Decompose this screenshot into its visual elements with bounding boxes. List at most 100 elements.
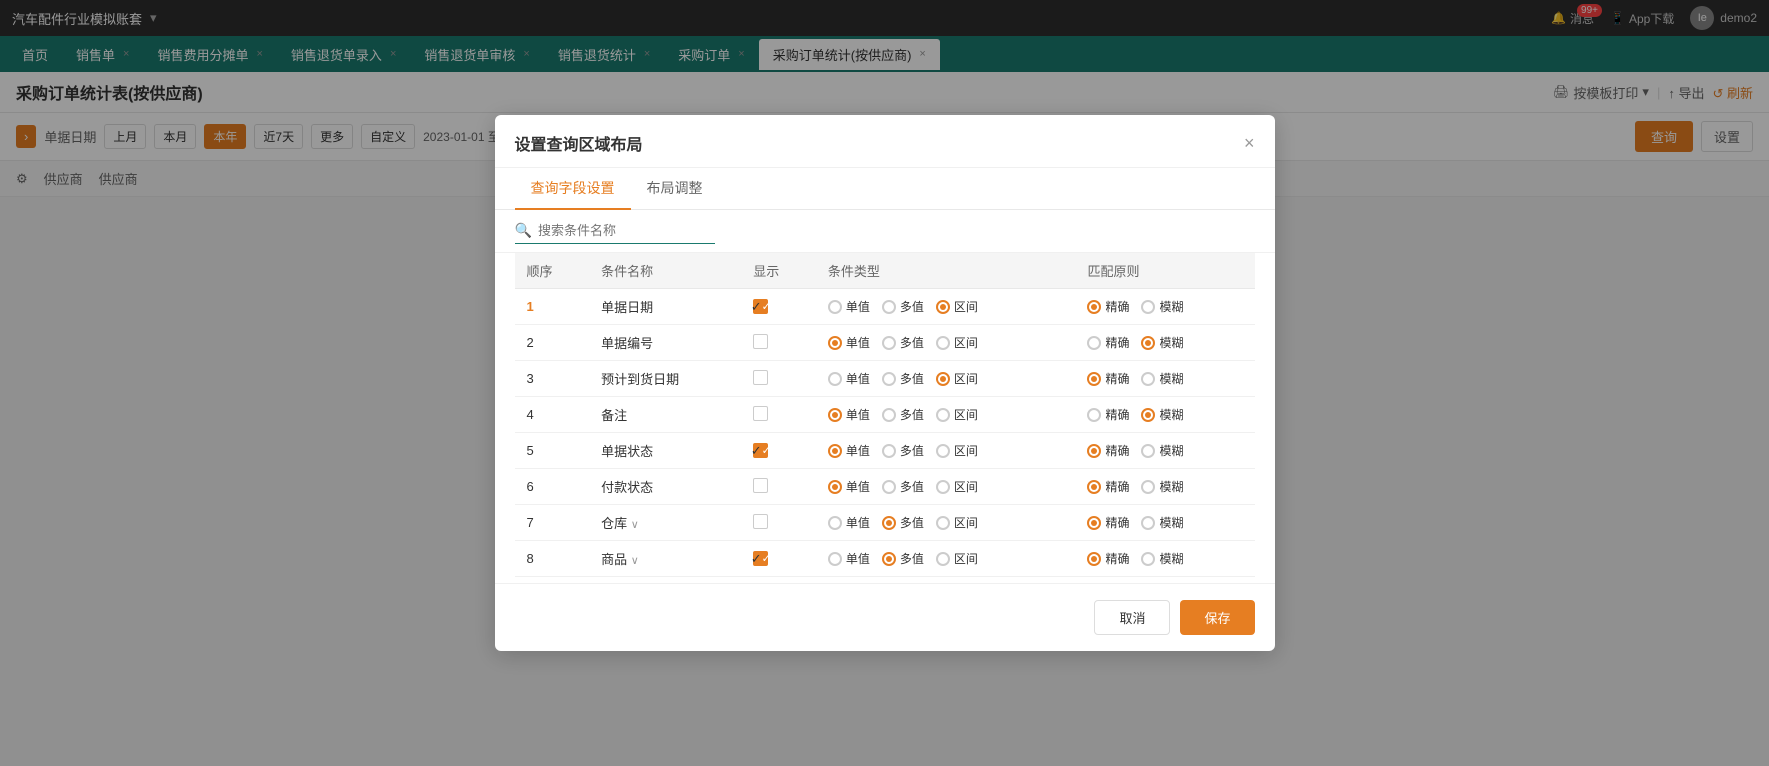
- type-multi-radio[interactable]: 多值: [882, 478, 924, 495]
- table-row: 7 仓库 ∨ 单值 多值 区间 精确 模糊: [515, 505, 1255, 541]
- display-cell[interactable]: [741, 361, 816, 397]
- match-fuzzy-radio[interactable]: 模糊: [1141, 550, 1183, 567]
- type-single-radio[interactable]: 单值: [828, 298, 870, 315]
- type-single-radio[interactable]: 单值: [828, 370, 870, 387]
- radio-circle: [936, 444, 950, 458]
- type-single-radio[interactable]: 单值: [828, 406, 870, 423]
- modal-tab-fields[interactable]: 查询字段设置: [515, 168, 631, 210]
- modal-header: 设置查询区域布局 ×: [495, 115, 1275, 168]
- radio-circle: [936, 552, 950, 566]
- match-fuzzy-radio[interactable]: 模糊: [1141, 406, 1183, 423]
- radio-circle: [882, 516, 896, 530]
- radio-circle: [1087, 444, 1101, 458]
- type-multi-radio[interactable]: 多值: [882, 334, 924, 351]
- col-header-match: 匹配原则: [1075, 253, 1254, 289]
- save-button[interactable]: 保存: [1180, 600, 1254, 635]
- type-multi-radio[interactable]: 多值: [882, 514, 924, 531]
- radio-circle: [1141, 552, 1155, 566]
- checkbox-checked[interactable]: ✓: [753, 443, 768, 458]
- type-cell: 单值 多值 区间: [816, 397, 1076, 433]
- radio-circle: [1087, 408, 1101, 422]
- type-range-radio[interactable]: 区间: [936, 370, 978, 387]
- type-multi-radio[interactable]: 多值: [882, 406, 924, 423]
- order-cell: 2: [515, 325, 590, 361]
- type-multi-radio[interactable]: 多值: [882, 298, 924, 315]
- type-range-radio[interactable]: 区间: [936, 298, 978, 315]
- modal-tab-layout[interactable]: 布局调整: [631, 168, 719, 210]
- match-exact-radio[interactable]: 精确: [1087, 370, 1129, 387]
- match-exact-radio[interactable]: 精确: [1087, 550, 1129, 567]
- radio-circle: [1087, 516, 1101, 530]
- conditions-table-container: 顺序 条件名称 显示 条件类型 匹配原则 1 单据日期 ✓ 单值 多值 区间: [495, 253, 1275, 583]
- radio-circle: [1141, 300, 1155, 314]
- radio-circle: [828, 372, 842, 386]
- name-cell: 单据状态: [589, 433, 741, 469]
- checkbox-unchecked[interactable]: [753, 478, 768, 493]
- type-multi-radio[interactable]: 多值: [882, 442, 924, 459]
- display-cell[interactable]: [741, 325, 816, 361]
- settings-modal: 设置查询区域布局 × 查询字段设置 布局调整 🔍 顺序 条件名称 显示 条件类型: [495, 115, 1275, 651]
- col-header-type: 条件类型: [816, 253, 1076, 289]
- match-exact-radio[interactable]: 精确: [1087, 442, 1129, 459]
- display-cell[interactable]: [741, 505, 816, 541]
- search-box: 🔍: [495, 210, 1275, 253]
- match-exact-radio[interactable]: 精确: [1087, 334, 1129, 351]
- type-range-radio[interactable]: 区间: [936, 550, 978, 567]
- checkbox-unchecked[interactable]: [753, 370, 768, 385]
- radio-circle: [882, 372, 896, 386]
- match-exact-radio[interactable]: 精确: [1087, 514, 1129, 531]
- checkbox-unchecked[interactable]: [753, 514, 768, 529]
- match-exact-radio[interactable]: 精确: [1087, 298, 1129, 315]
- cancel-button[interactable]: 取消: [1094, 600, 1170, 635]
- checkbox-unchecked[interactable]: [753, 406, 768, 421]
- match-cell: 精确 模糊: [1075, 469, 1254, 505]
- search-input[interactable]: [538, 223, 715, 238]
- checkbox-checked[interactable]: ✓: [753, 299, 768, 314]
- name-cell: 备注: [589, 397, 741, 433]
- radio-circle: [936, 480, 950, 494]
- type-single-radio[interactable]: 单值: [828, 478, 870, 495]
- radio-circle: [828, 300, 842, 314]
- type-multi-radio[interactable]: 多值: [882, 370, 924, 387]
- match-fuzzy-radio[interactable]: 模糊: [1141, 478, 1183, 495]
- type-range-radio[interactable]: 区间: [936, 514, 978, 531]
- type-single-radio[interactable]: 单值: [828, 442, 870, 459]
- match-fuzzy-radio[interactable]: 模糊: [1141, 334, 1183, 351]
- name-cell: 付款状态: [589, 469, 741, 505]
- type-range-radio[interactable]: 区间: [936, 442, 978, 459]
- type-range-radio[interactable]: 区间: [936, 478, 978, 495]
- type-single-radio[interactable]: 单值: [828, 550, 870, 567]
- checkbox-checked[interactable]: ✓: [753, 551, 768, 566]
- expand-icon[interactable]: ∨: [631, 519, 639, 531]
- expand-icon[interactable]: ∨: [631, 555, 639, 567]
- display-cell[interactable]: [741, 397, 816, 433]
- modal-close-button[interactable]: ×: [1244, 133, 1255, 154]
- modal-tabs: 查询字段设置 布局调整: [495, 168, 1275, 210]
- search-icon: 🔍: [515, 222, 532, 239]
- match-fuzzy-radio[interactable]: 模糊: [1141, 442, 1183, 459]
- type-single-radio[interactable]: 单值: [828, 514, 870, 531]
- type-multi-radio[interactable]: 多值: [882, 550, 924, 567]
- match-fuzzy-radio[interactable]: 模糊: [1141, 298, 1183, 315]
- type-range-radio[interactable]: 区间: [936, 334, 978, 351]
- match-fuzzy-radio[interactable]: 模糊: [1141, 370, 1183, 387]
- display-cell[interactable]: ✓: [741, 433, 816, 469]
- match-cell: 精确 模糊: [1075, 361, 1254, 397]
- match-fuzzy-radio[interactable]: 模糊: [1141, 514, 1183, 531]
- name-cell: 单据日期: [589, 289, 741, 325]
- radio-circle: [828, 552, 842, 566]
- type-single-radio[interactable]: 单值: [828, 334, 870, 351]
- match-cell: 精确 模糊: [1075, 541, 1254, 577]
- display-cell[interactable]: [741, 469, 816, 505]
- checkbox-unchecked[interactable]: [753, 334, 768, 349]
- display-cell[interactable]: ✓: [741, 541, 816, 577]
- radio-circle: [1087, 552, 1101, 566]
- radio-circle: [828, 480, 842, 494]
- match-exact-radio[interactable]: 精确: [1087, 478, 1129, 495]
- type-range-radio[interactable]: 区间: [936, 406, 978, 423]
- modal-footer: 取消 保存: [495, 583, 1275, 651]
- match-exact-radio[interactable]: 精确: [1087, 406, 1129, 423]
- table-row: 3 预计到货日期 单值 多值 区间 精确 模糊: [515, 361, 1255, 397]
- order-cell: 1: [515, 289, 590, 325]
- display-cell[interactable]: ✓: [741, 289, 816, 325]
